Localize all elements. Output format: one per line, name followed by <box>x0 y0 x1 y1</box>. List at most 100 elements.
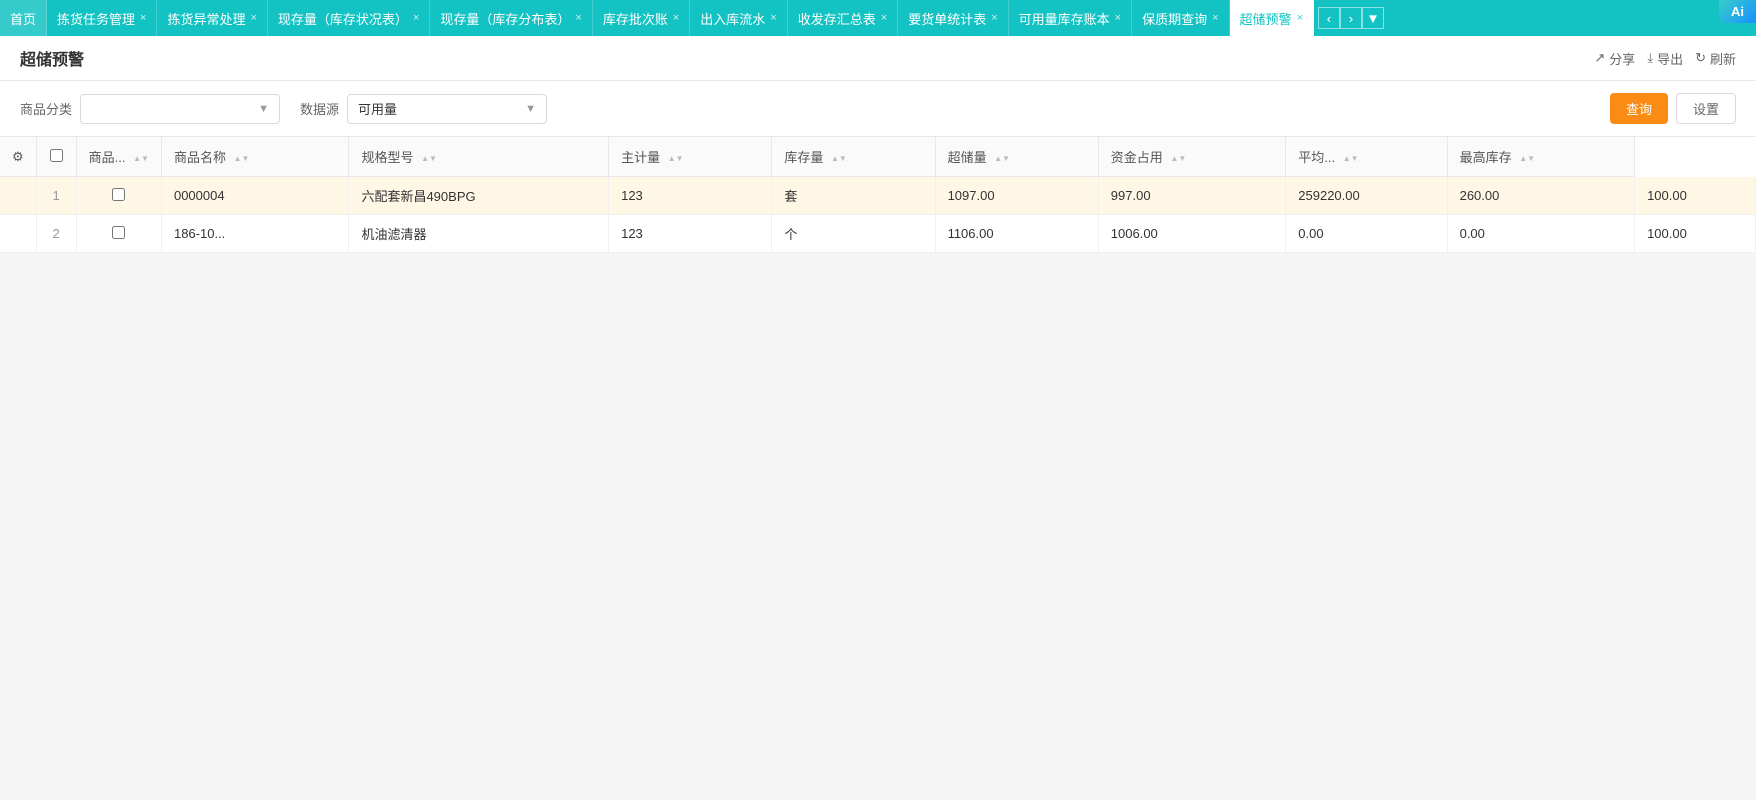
nav-label-7: 收发存汇总表 <box>798 9 876 28</box>
table-container: ⚙ 商品... ▲▼ 商品名称 ▲▼ 规格型号 ▲▼ 主计 <box>0 137 1756 253</box>
close-icon-1[interactable]: × <box>140 12 146 24</box>
row-spec-1: 123 <box>609 215 772 253</box>
col-avg[interactable]: 平均... ▲▼ <box>1286 137 1447 177</box>
row-product-name-0: 六配套新昌490BPG <box>349 177 609 215</box>
export-button[interactable]: ⤓ 导出 <box>1647 49 1683 68</box>
nav-item-8[interactable]: 要货单统计表 × <box>898 0 1008 36</box>
col-over-stock-label: 超储量 <box>948 150 987 165</box>
nav-item-6[interactable]: 出入库流水 × <box>690 0 787 36</box>
row-unit-1: 个 <box>772 215 935 253</box>
row-product-code-1: 186-10... <box>161 215 348 253</box>
row-capital-0: 259220.00 <box>1286 177 1447 215</box>
row-spec-0: 123 <box>609 177 772 215</box>
col-gear: ⚙ <box>0 137 36 177</box>
nav-item-3[interactable]: 现存量（库存状况表） × <box>268 0 430 36</box>
sort-icon-over-stock: ▲▼ <box>994 154 1010 163</box>
col-max-stock[interactable]: 最高库存 ▲▼ <box>1447 137 1634 177</box>
nav-label-home: 首页 <box>10 9 36 28</box>
filter-category: 商品分类 ▼ <box>20 94 280 124</box>
close-icon-9[interactable]: × <box>1115 12 1121 24</box>
nav-more-button[interactable]: ▼ <box>1362 7 1384 29</box>
nav-label-2: 拣货异常处理 <box>167 9 245 28</box>
nav-item-7[interactable]: 收发存汇总表 × <box>788 0 898 36</box>
nav-label-5: 库存批次账 <box>603 9 668 28</box>
col-product-name-label: 商品名称 <box>174 150 226 165</box>
export-label: 导出 <box>1657 49 1683 68</box>
close-icon-2[interactable]: × <box>250 12 256 24</box>
row-product-name-1: 机油滤清器 <box>349 215 609 253</box>
nav-item-home[interactable]: 首页 <box>0 0 47 36</box>
col-capital[interactable]: 资金占用 ▲▼ <box>1098 137 1285 177</box>
col-product-code-label: 商品... <box>89 150 126 165</box>
nav-item-2[interactable]: 拣货异常处理 × <box>157 0 267 36</box>
nav-label-11: 超储预警 <box>1240 9 1292 28</box>
close-icon-4[interactable]: × <box>575 12 581 24</box>
sort-icon-stock: ▲▼ <box>831 154 847 163</box>
gear-icon[interactable]: ⚙ <box>12 149 24 164</box>
category-select[interactable]: ▼ <box>80 94 280 124</box>
row-product-code-0: 0000004 <box>161 177 348 215</box>
query-button[interactable]: 查询 <box>1610 93 1668 124</box>
nav-item-5[interactable]: 库存批次账 × <box>593 0 690 36</box>
nav-item-1[interactable]: 拣货任务管理 × <box>47 0 157 36</box>
close-icon-7[interactable]: × <box>881 12 887 24</box>
row-num-1: 2 <box>36 215 76 253</box>
share-icon: ↗ <box>1594 50 1605 66</box>
col-checkbox-header <box>36 137 76 177</box>
nav-item-4[interactable]: 现存量（库存分布表） × <box>430 0 592 36</box>
nav-next-button[interactable]: › <box>1340 7 1362 29</box>
datasource-select[interactable]: 可用量 ▼ <box>347 94 547 124</box>
refresh-icon: ↻ <box>1695 50 1706 66</box>
close-icon-3[interactable]: × <box>413 12 419 24</box>
col-stock-label: 库存量 <box>784 150 823 165</box>
sort-icon-avg: ▲▼ <box>1343 154 1359 163</box>
row-num-0: 1 <box>36 177 76 215</box>
row-checkbox-1[interactable] <box>112 226 125 239</box>
category-label: 商品分类 <box>20 99 72 118</box>
table-row: 2 186-10... 机油滤清器 123 个 1106.00 1006.00 … <box>0 215 1756 253</box>
col-product-name[interactable]: 商品名称 ▲▼ <box>161 137 348 177</box>
nav-label-10: 保质期查询 <box>1142 9 1207 28</box>
sort-icon-unit: ▲▼ <box>668 154 684 163</box>
chevron-down-icon-2: ▼ <box>525 103 536 115</box>
nav-label-9: 可用量库存账本 <box>1019 9 1110 28</box>
col-product-code[interactable]: 商品... ▲▼ <box>76 137 161 177</box>
select-all-checkbox[interactable] <box>50 149 63 162</box>
refresh-button[interactable]: ↻ 刷新 <box>1695 49 1736 68</box>
row-max-stock-0: 100.00 <box>1635 177 1756 215</box>
table-header-row: ⚙ 商品... ▲▼ 商品名称 ▲▼ 规格型号 ▲▼ 主计 <box>0 137 1756 177</box>
row-over-stock-0: 997.00 <box>1098 177 1285 215</box>
nav-label-6: 出入库流水 <box>700 9 765 28</box>
nav-item-9[interactable]: 可用量库存账本 × <box>1009 0 1132 36</box>
nav-label-4: 现存量（库存分布表） <box>440 9 570 28</box>
chevron-down-icon: ▼ <box>258 103 269 115</box>
close-icon-6[interactable]: × <box>770 12 776 24</box>
close-icon-5[interactable]: × <box>673 12 679 24</box>
col-avg-label: 平均... <box>1298 150 1335 165</box>
table-body: 1 0000004 六配套新昌490BPG 123 套 1097.00 997.… <box>0 177 1756 253</box>
row-gear-0 <box>0 177 36 215</box>
col-capital-label: 资金占用 <box>1111 150 1163 165</box>
row-max-stock-1: 100.00 <box>1635 215 1756 253</box>
table-row: 1 0000004 六配套新昌490BPG 123 套 1097.00 997.… <box>0 177 1756 215</box>
share-button[interactable]: ↗ 分享 <box>1594 49 1635 68</box>
sort-icon-max-stock: ▲▼ <box>1519 154 1535 163</box>
close-icon-11[interactable]: × <box>1297 12 1303 24</box>
filter-datasource: 数据源 可用量 ▼ <box>300 94 547 124</box>
sort-icon-spec: ▲▼ <box>421 154 437 163</box>
nav-prev-button[interactable]: ‹ <box>1318 7 1340 29</box>
row-checkbox-0[interactable] <box>112 188 125 201</box>
data-table: ⚙ 商品... ▲▼ 商品名称 ▲▼ 规格型号 ▲▼ 主计 <box>0 137 1756 253</box>
nav-item-11[interactable]: 超储预警 × <box>1230 0 1314 36</box>
nav-item-10[interactable]: 保质期查询 × <box>1132 0 1229 36</box>
close-icon-10[interactable]: × <box>1212 12 1218 24</box>
col-over-stock[interactable]: 超储量 ▲▼ <box>935 137 1098 177</box>
ai-badge: Ai <box>1719 0 1756 23</box>
col-spec[interactable]: 规格型号 ▲▼ <box>349 137 609 177</box>
col-unit[interactable]: 主计量 ▲▼ <box>609 137 772 177</box>
nav-label-1: 拣货任务管理 <box>57 9 135 28</box>
settings-button[interactable]: 设置 <box>1676 93 1736 124</box>
close-icon-8[interactable]: × <box>991 12 997 24</box>
col-stock[interactable]: 库存量 ▲▼ <box>772 137 935 177</box>
row-avg-1: 0.00 <box>1447 215 1634 253</box>
